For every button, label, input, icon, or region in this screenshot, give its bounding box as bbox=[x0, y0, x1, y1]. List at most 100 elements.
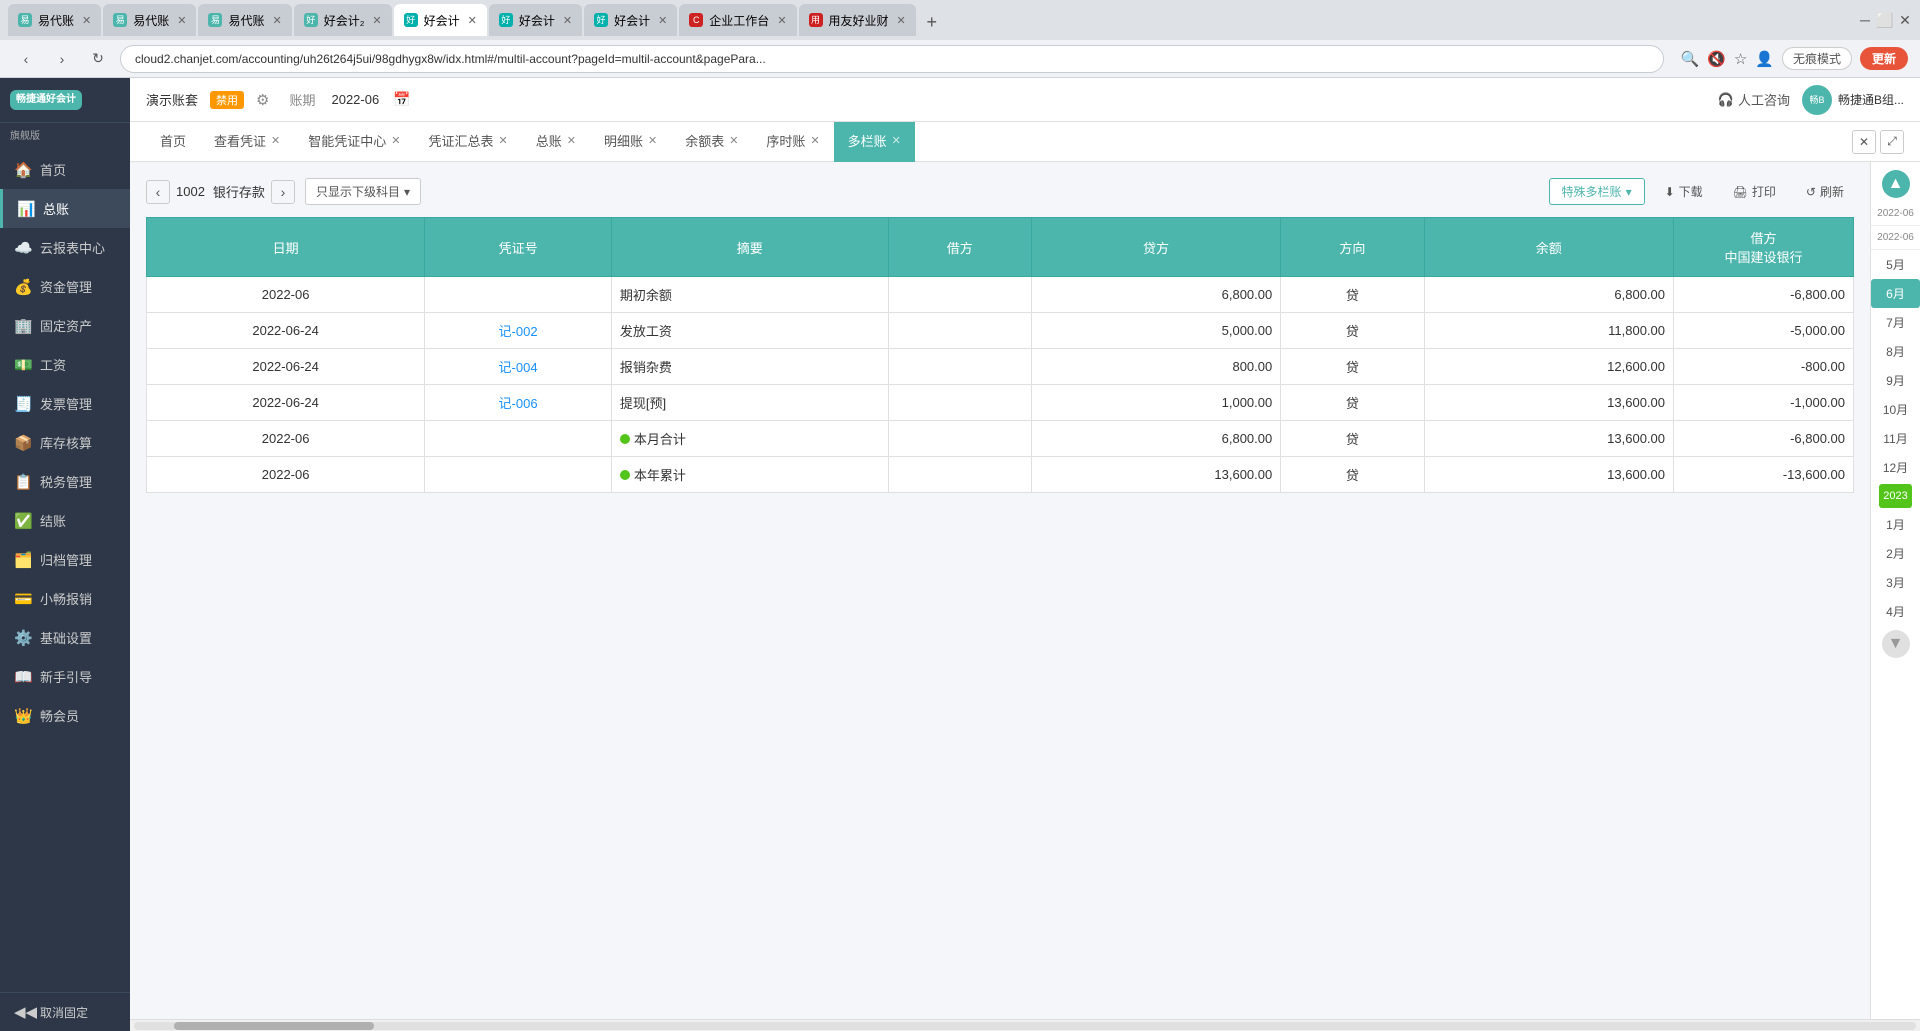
sidebar-item-archive[interactable]: 🗂️ 归档管理 bbox=[0, 540, 130, 579]
sidebar-item-home[interactable]: 🏠 首页 bbox=[0, 150, 130, 189]
tab-7-close[interactable]: ✕ bbox=[658, 14, 667, 27]
tab-3-close[interactable]: ✕ bbox=[272, 14, 281, 27]
sidebar-item-ledger[interactable]: 📊 总账 bbox=[0, 189, 130, 228]
minimize-button[interactable]: ─ bbox=[1858, 13, 1872, 27]
update-button[interactable]: 更新 bbox=[1860, 47, 1908, 70]
tab-6-close[interactable]: ✕ bbox=[563, 14, 572, 27]
cell-voucher[interactable]: 记-002 bbox=[425, 313, 612, 349]
month-up-button[interactable]: ▲ bbox=[1882, 170, 1910, 198]
tab-sequence[interactable]: 序时账 ✕ bbox=[752, 122, 833, 162]
tab-5-close[interactable]: ✕ bbox=[468, 14, 477, 27]
tab-multi-column-close[interactable]: ✕ bbox=[892, 134, 901, 147]
tab-8-close[interactable]: ✕ bbox=[777, 14, 786, 27]
collapse-tab-button[interactable]: ✕ bbox=[1852, 130, 1876, 154]
stealth-mode-button[interactable]: 无痕模式 bbox=[1782, 47, 1852, 70]
close-button[interactable]: ✕ bbox=[1898, 13, 1912, 27]
month-8[interactable]: 8月 bbox=[1871, 337, 1920, 366]
tab-balance-close[interactable]: ✕ bbox=[729, 134, 738, 147]
tab-2-close[interactable]: ✕ bbox=[177, 14, 186, 27]
reader-icon[interactable]: 🔇 bbox=[1707, 50, 1726, 68]
month-2023-1[interactable]: 1月 bbox=[1871, 510, 1920, 539]
bookmark-icon[interactable]: ☆ bbox=[1734, 50, 1747, 68]
browser-tab-8[interactable]: C 企业工作台 ✕ bbox=[679, 4, 796, 36]
scrollbar-thumb[interactable] bbox=[174, 1022, 374, 1030]
month-11[interactable]: 11月 bbox=[1871, 424, 1920, 453]
prev-account-button[interactable]: ‹ bbox=[146, 180, 170, 204]
browser-tab-3[interactable]: 易 易代账 ✕ bbox=[198, 4, 291, 36]
settings-gear-icon[interactable]: ⚙ bbox=[256, 91, 269, 109]
restore-button[interactable]: ⬜ bbox=[1878, 13, 1892, 27]
browser-tab-6[interactable]: 好 好会计 ✕ bbox=[489, 4, 582, 36]
month-2023-3[interactable]: 3月 bbox=[1871, 568, 1920, 597]
tab-detail-ledger-close[interactable]: ✕ bbox=[648, 134, 657, 147]
browser-tab-5[interactable]: 好 好会计 ✕ bbox=[394, 4, 487, 36]
browser-tab-9[interactable]: 用 用友好业财 ✕ bbox=[799, 4, 916, 36]
browser-tab-2[interactable]: 易 易代账 ✕ bbox=[103, 4, 196, 36]
tab-view-voucher[interactable]: 查看凭证 ✕ bbox=[200, 122, 294, 162]
tab-1-close[interactable]: ✕ bbox=[82, 14, 91, 27]
tab-voucher-summary[interactable]: 凭证汇总表 ✕ bbox=[414, 122, 521, 162]
browser-tab-1[interactable]: 易 易代账 ✕ bbox=[8, 4, 101, 36]
unpin-button[interactable]: ◀◀ 取消固定 bbox=[0, 993, 130, 1031]
tab-4-close[interactable]: ✕ bbox=[372, 14, 381, 27]
voucher-link[interactable]: 记-002 bbox=[499, 324, 538, 339]
profile-icon[interactable]: 👤 bbox=[1755, 50, 1774, 68]
table-row[interactable]: 2022-06期初余额6,800.00贷6,800.00-6,800.00 bbox=[147, 277, 1854, 313]
tab-sequence-close[interactable]: ✕ bbox=[810, 134, 819, 147]
sidebar-item-closing[interactable]: ✅ 结账 bbox=[0, 501, 130, 540]
voucher-link[interactable]: 记-004 bbox=[499, 360, 538, 375]
sidebar-item-inventory[interactable]: 📦 库存核算 bbox=[0, 423, 130, 462]
tab-home[interactable]: 首页 bbox=[146, 122, 200, 162]
tab-smart-voucher-close[interactable]: ✕ bbox=[391, 134, 400, 147]
sidebar-item-expense[interactable]: 💳 小畅报销 bbox=[0, 579, 130, 618]
print-button[interactable]: 🖨 打印 bbox=[1723, 179, 1786, 204]
consultant-button[interactable]: 🎧 人工咨询 bbox=[1718, 90, 1790, 109]
sidebar-item-settings[interactable]: ⚙️ 基础设置 bbox=[0, 618, 130, 657]
tab-9-close[interactable]: ✕ bbox=[897, 14, 906, 27]
sidebar-item-invoice[interactable]: 🧾 发票管理 bbox=[0, 384, 130, 423]
table-row[interactable]: 2022-06-24记-002发放工资5,000.00贷11,800.00-5,… bbox=[147, 313, 1854, 349]
table-row[interactable]: 2022-06-24记-004报销杂费800.00贷12,600.00-800.… bbox=[147, 349, 1854, 385]
sidebar-item-cloud[interactable]: ☁️ 云报表中心 bbox=[0, 228, 130, 267]
special-multi-column-button[interactable]: 特殊多栏账 ▾ bbox=[1549, 178, 1645, 205]
cell-voucher[interactable]: 记-006 bbox=[425, 385, 612, 421]
forward-button[interactable]: › bbox=[48, 45, 76, 73]
month-2023-2[interactable]: 2月 bbox=[1871, 539, 1920, 568]
month-5[interactable]: 5月 bbox=[1871, 250, 1920, 279]
refresh-button[interactable]: ↺ 刷新 bbox=[1796, 179, 1854, 204]
tab-detail-ledger[interactable]: 明细账 ✕ bbox=[590, 122, 671, 162]
voucher-link[interactable]: 记-006 bbox=[499, 396, 538, 411]
tab-multi-column[interactable]: 多栏账 ✕ bbox=[834, 122, 915, 162]
url-input[interactable]: cloud2.chanjet.com/accounting/uh26t264j5… bbox=[120, 45, 1664, 73]
tab-voucher-summary-close[interactable]: ✕ bbox=[499, 134, 508, 147]
month-2023-4[interactable]: 4月 bbox=[1871, 597, 1920, 626]
new-tab-button[interactable]: + bbox=[918, 8, 946, 36]
sidebar-item-membership[interactable]: 👑 畅会员 bbox=[0, 696, 130, 735]
month-12[interactable]: 12月 bbox=[1871, 453, 1920, 482]
browser-tab-4[interactable]: 好 好会计₂ ✕ bbox=[294, 4, 392, 36]
sidebar-item-assets[interactable]: 🏢 固定资产 bbox=[0, 306, 130, 345]
next-account-button[interactable]: › bbox=[271, 180, 295, 204]
table-row[interactable]: 2022-06本月合计6,800.00贷13,600.00-6,800.00 bbox=[147, 421, 1854, 457]
sidebar-item-tax[interactable]: 📋 税务管理 bbox=[0, 462, 130, 501]
month-9[interactable]: 9月 bbox=[1871, 366, 1920, 395]
cell-voucher[interactable]: 记-004 bbox=[425, 349, 612, 385]
calendar-icon[interactable]: 📅 bbox=[393, 91, 410, 108]
month-10[interactable]: 10月 bbox=[1871, 395, 1920, 424]
month-7[interactable]: 7月 bbox=[1871, 308, 1920, 337]
tab-general-ledger[interactable]: 总账 ✕ bbox=[522, 122, 590, 162]
search-icon[interactable]: 🔍 bbox=[1680, 50, 1699, 68]
table-row[interactable]: 2022-06本年累计13,600.00贷13,600.00-13,600.00 bbox=[147, 457, 1854, 493]
tab-balance[interactable]: 余额表 ✕ bbox=[671, 122, 752, 162]
tab-smart-voucher[interactable]: 智能凭证中心 ✕ bbox=[294, 122, 414, 162]
tab-view-voucher-close[interactable]: ✕ bbox=[271, 134, 280, 147]
table-row[interactable]: 2022-06-24记-006提现[预]1,000.00贷13,600.00-1… bbox=[147, 385, 1854, 421]
month-6[interactable]: 6月 bbox=[1871, 279, 1920, 308]
back-button[interactable]: ‹ bbox=[12, 45, 40, 73]
download-button[interactable]: ⬇ 下载 bbox=[1655, 179, 1713, 204]
month-down-button[interactable]: ▼ bbox=[1882, 630, 1910, 658]
browser-tab-7[interactable]: 好 好会计 ✕ bbox=[584, 4, 677, 36]
sidebar-item-fund[interactable]: 💰 资金管理 bbox=[0, 267, 130, 306]
expand-tab-button[interactable]: ⤢ bbox=[1880, 130, 1904, 154]
horizontal-scrollbar[interactable] bbox=[130, 1019, 1920, 1031]
